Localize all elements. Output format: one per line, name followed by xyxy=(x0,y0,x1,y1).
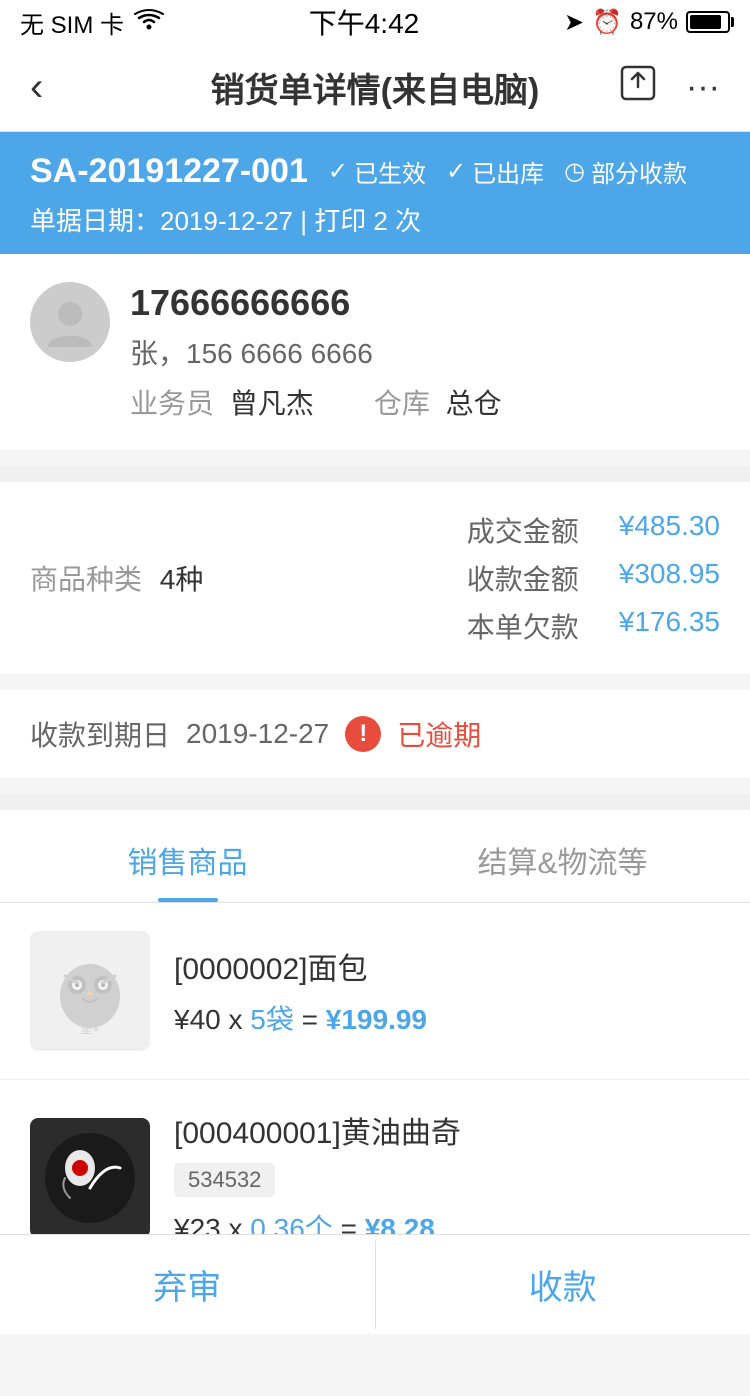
check-icon-1: ✓ xyxy=(328,157,348,186)
product-thumbnail-1: 里+ xyxy=(30,931,150,1051)
overdue-date: 2019-12-27 xyxy=(186,718,329,750)
customer-section: 17666666666 张，156 6666 6666 业务员 曾凡杰 仓库 总… xyxy=(0,254,750,450)
order-id-row: SA-20191227-001 ✓ 已生效 ✓ 已出库 ◷ 部分收款 xyxy=(30,152,720,191)
check-icon-2: ✓ xyxy=(446,157,466,186)
salesperson-value: 曾凡杰 xyxy=(230,388,314,419)
price-1: ¥40 xyxy=(174,1004,221,1035)
overdue-label: 收款到期日 xyxy=(30,714,170,754)
overdue-warning-icon: ! xyxy=(345,716,381,752)
product-list: 里+ [0000002]面包 ¥40 x 5袋 = ¥199.99 xyxy=(0,903,750,1276)
customer-info: 17666666666 张，156 6666 6666 业务员 曾凡杰 仓库 总… xyxy=(130,282,720,422)
warehouse-label: 仓库 xyxy=(374,388,430,419)
badge-shipped-text: 已出库 xyxy=(472,154,544,189)
badge-shipped: ✓ 已出库 xyxy=(446,154,544,189)
total-1: ¥199.99 xyxy=(326,1004,427,1035)
wifi-icon xyxy=(134,8,164,37)
customer-name-phone: 张，156 6666 6666 xyxy=(130,332,720,372)
bottom-bar: 弃审 收款 xyxy=(0,1234,750,1334)
category-label: 商品种类 xyxy=(30,564,142,595)
tab-settlement-label: 结算&物流等 xyxy=(477,847,647,880)
back-button[interactable]: ‹ xyxy=(30,65,43,110)
product-item: 里+ [0000002]面包 ¥40 x 5袋 = ¥199.99 xyxy=(0,903,750,1080)
tab-sales[interactable]: 销售商品 xyxy=(0,810,375,902)
nav-bar: ‹ 销货单详情(来自电脑) ··· xyxy=(0,44,750,132)
nav-actions: ··· xyxy=(620,65,720,110)
product-info-1: [0000002]面包 ¥40 x 5袋 = ¥199.99 xyxy=(174,944,720,1038)
alarm-icon: ⏰ xyxy=(592,8,622,37)
qty-1: 5袋 xyxy=(250,1004,294,1035)
tabs: 销售商品 结算&物流等 xyxy=(0,810,750,903)
tab-settlement[interactable]: 结算&物流等 xyxy=(375,810,750,902)
category-value: 4种 xyxy=(160,564,204,595)
deal-amount-value: ¥485.30 xyxy=(619,510,720,550)
status-bar-right: ➤ ⏰ 87% xyxy=(564,8,730,37)
salesperson-label: 业务员 xyxy=(130,388,214,419)
stats-section: 商品种类 4种 成交金额 ¥485.30 收款金额 ¥308.95 本单欠款 ¥… xyxy=(0,482,750,674)
share-icon[interactable] xyxy=(620,65,656,110)
stats-right: 成交金额 ¥485.30 收款金额 ¥308.95 本单欠款 ¥176.35 xyxy=(467,510,720,646)
stats-left: 商品种类 4种 xyxy=(30,558,467,598)
battery-icon xyxy=(686,11,730,33)
deal-amount-label: 成交金额 xyxy=(467,510,579,550)
carrier-text: 无 SIM 卡 xyxy=(20,5,124,40)
tab-sales-label: 销售商品 xyxy=(128,847,248,880)
product-price-1: ¥40 x 5袋 = ¥199.99 xyxy=(174,998,720,1038)
clock-icon: ◷ xyxy=(564,157,585,186)
status-bar: 无 SIM 卡 下午4:42 ➤ ⏰ 87% xyxy=(0,0,750,44)
battery-text: 87% xyxy=(630,8,678,36)
salesperson-info: 业务员 曾凡杰 xyxy=(130,382,314,422)
collect-amount-value: ¥308.95 xyxy=(619,558,720,598)
overdue-text: 已逾期 xyxy=(397,714,481,754)
location-icon: ➤ xyxy=(564,8,584,37)
more-icon[interactable]: ··· xyxy=(686,68,720,107)
date-row: 单据日期：2019-12-27 | 打印 2 次 xyxy=(30,201,720,238)
product-name-2: [000400001]黄油曲奇 xyxy=(174,1108,720,1152)
badge-partial-text: 部分收款 xyxy=(591,154,687,189)
amount-row-2: 收款金额 ¥308.95 xyxy=(467,558,720,598)
customer-avatar xyxy=(30,282,110,362)
svg-text:里+: 里+ xyxy=(80,1022,99,1036)
warehouse-info: 仓库 总仓 xyxy=(374,382,502,422)
customer-meta: 业务员 曾凡杰 仓库 总仓 xyxy=(130,382,720,422)
amount-row-3: 本单欠款 ¥176.35 xyxy=(467,606,720,646)
order-id: SA-20191227-001 xyxy=(30,152,308,191)
header-banner: SA-20191227-001 ✓ 已生效 ✓ 已出库 ◷ 部分收款 单据日期：… xyxy=(0,132,750,254)
badge-active: ✓ 已生效 xyxy=(328,154,426,189)
collect-amount-label: 收款金额 xyxy=(467,558,579,598)
divider-2 xyxy=(0,794,750,810)
status-bar-time: 下午4:42 xyxy=(309,2,420,42)
product-name-1: [0000002]面包 xyxy=(174,944,720,988)
warehouse-value: 总仓 xyxy=(446,388,502,419)
badge-active-text: 已生效 xyxy=(354,154,426,189)
nav-title: 销货单详情(来自电脑) xyxy=(211,63,540,112)
product-info-2: [000400001]黄油曲奇 534532 ¥23 x 0.36个 = ¥8.… xyxy=(174,1108,720,1247)
overdue-section: 收款到期日 2019-12-27 ! 已逾期 xyxy=(0,690,750,778)
badge-partial: ◷ 部分收款 xyxy=(564,154,687,189)
status-bar-left: 无 SIM 卡 xyxy=(20,5,164,40)
product-sku-badge: 534532 xyxy=(174,1163,275,1197)
stats-category: 商品种类 4种 xyxy=(30,558,467,598)
collect-payment-button[interactable]: 收款 xyxy=(376,1240,750,1329)
product-thumbnail-2 xyxy=(30,1118,150,1238)
divider-1 xyxy=(0,466,750,482)
customer-phone-display: 17666666666 xyxy=(130,282,720,324)
debt-amount-label: 本单欠款 xyxy=(467,606,579,646)
abandon-review-button[interactable]: 弃审 xyxy=(0,1240,376,1329)
amount-row-1: 成交金额 ¥485.30 xyxy=(467,510,720,550)
debt-amount-value: ¥176.35 xyxy=(619,606,720,646)
